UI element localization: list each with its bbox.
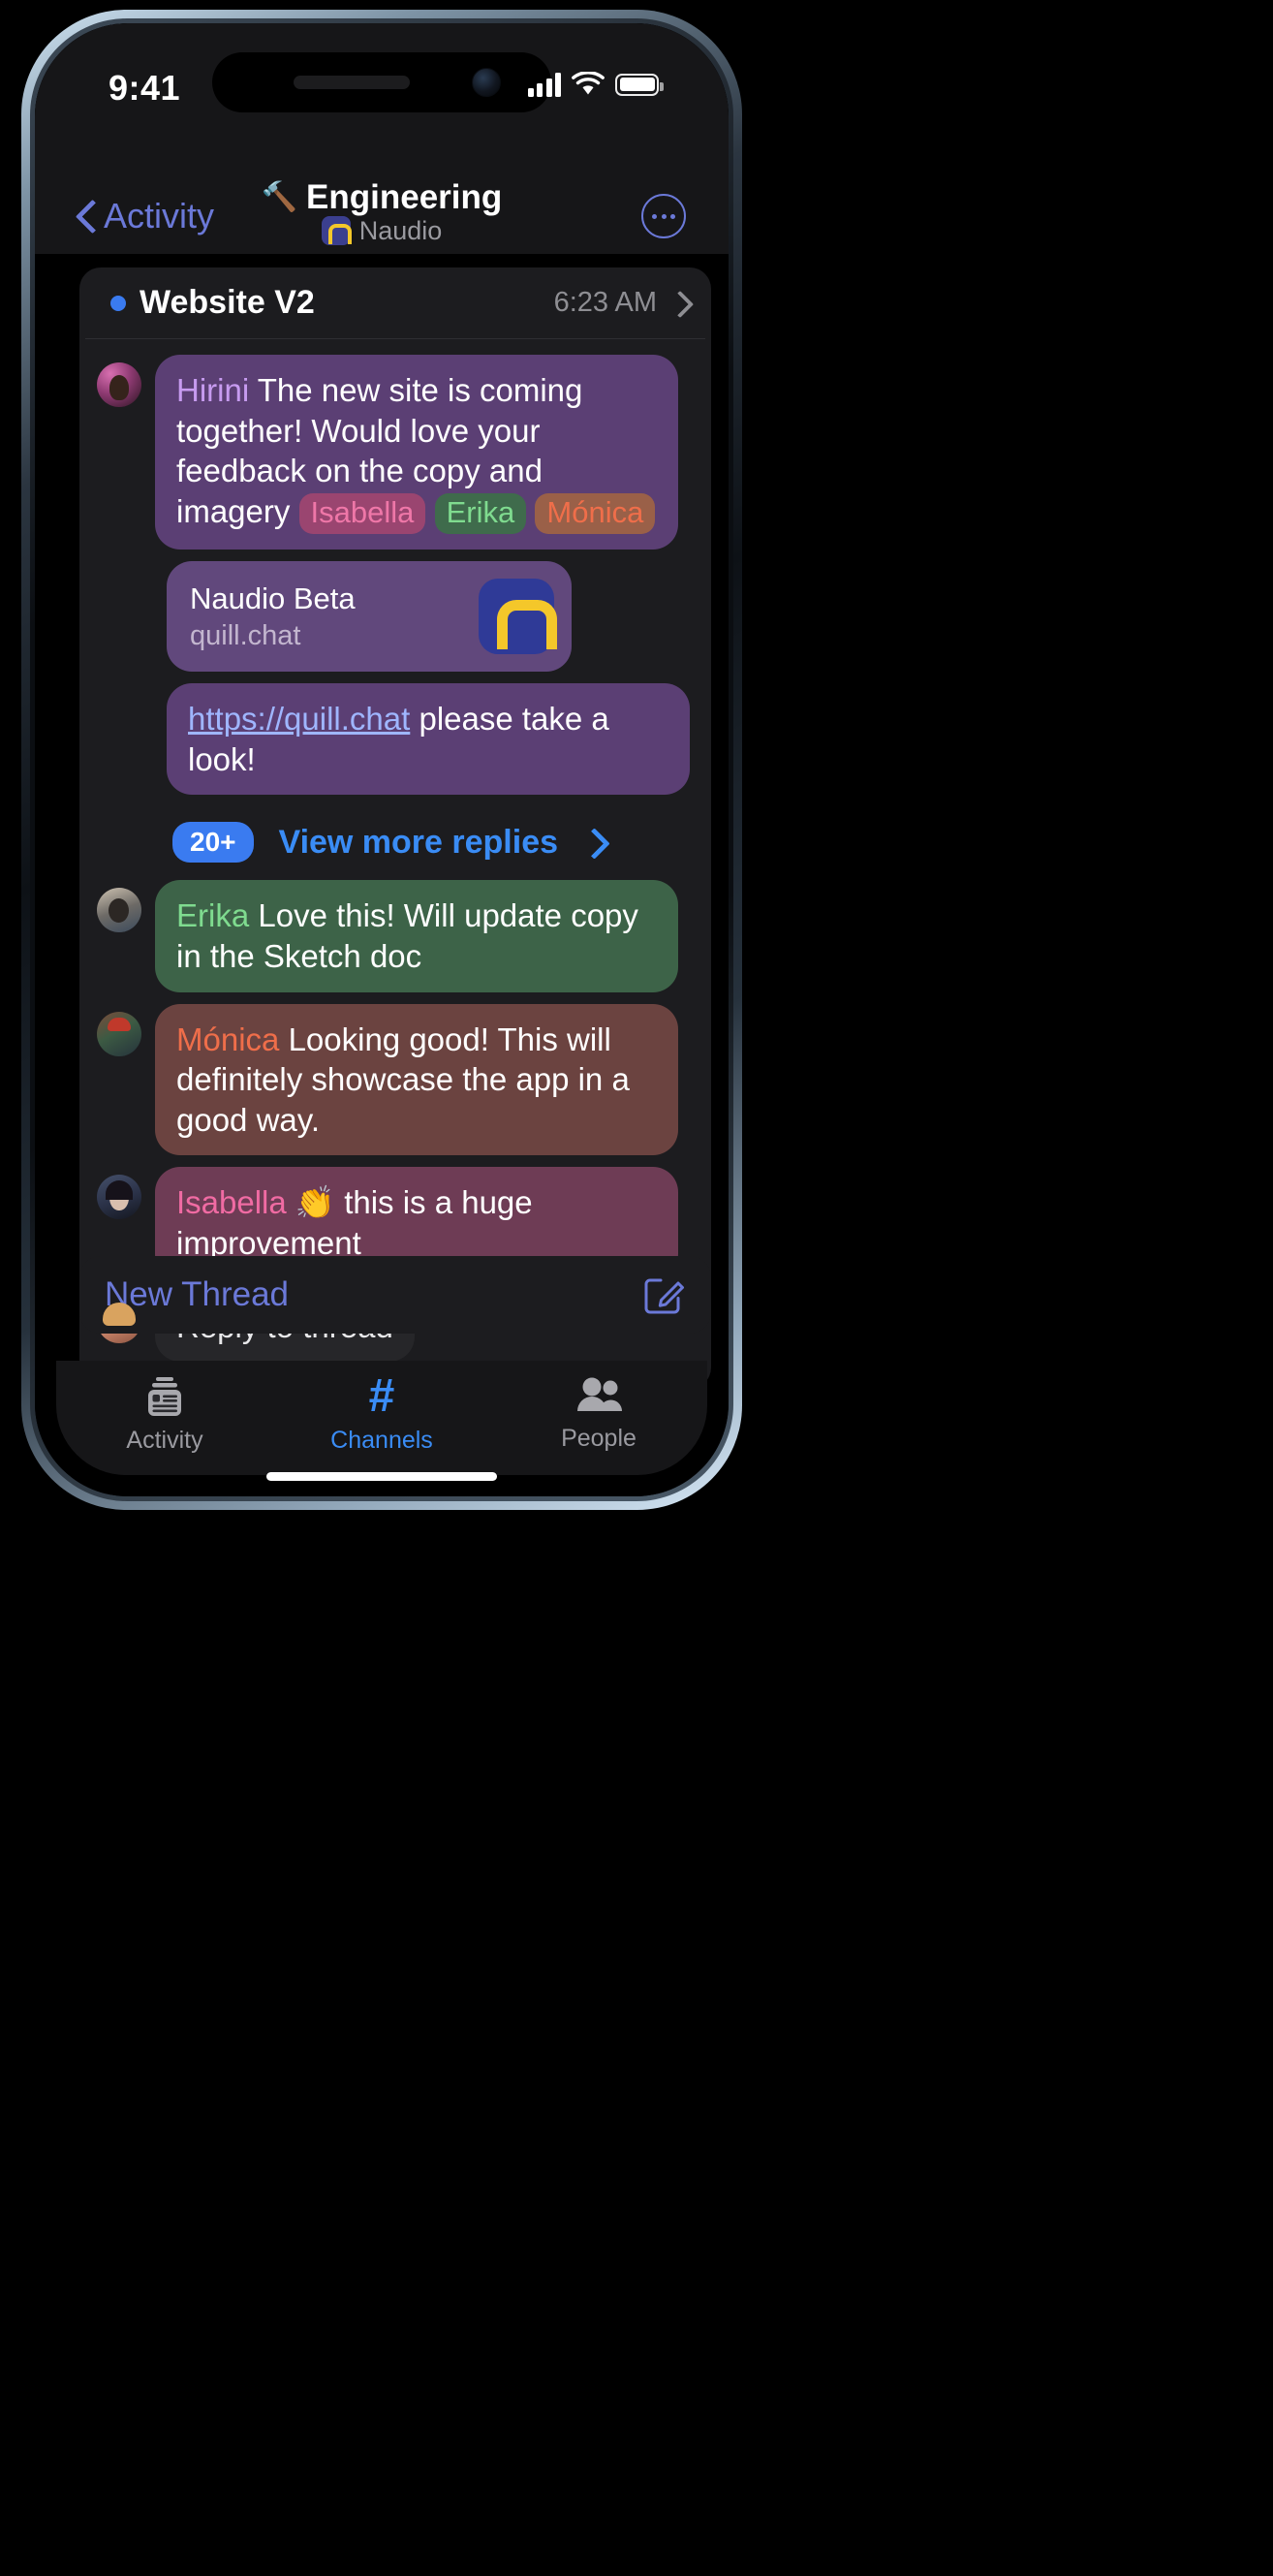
hammer-icon: 🔨 (261, 180, 298, 213)
unread-dot-icon (110, 295, 126, 311)
new-thread-bar[interactable]: New Thread (79, 1256, 711, 1334)
tab-channels[interactable]: # Channels (273, 1370, 490, 1455)
status-bar-clock: 9:41 (109, 68, 181, 108)
home-indicator[interactable] (266, 1472, 497, 1481)
tab-channels-label: Channels (330, 1427, 433, 1454)
app-screen: 9:41 Activity 🔨 Engineering Naudio Websi… (35, 23, 729, 1496)
chevron-right-icon (670, 292, 684, 315)
message-sender: Mónica (176, 1021, 280, 1057)
message-link[interactable]: https://quill.chat (188, 701, 410, 737)
mention-erika[interactable]: Erika (434, 492, 527, 535)
view-more-replies-row[interactable]: 20+ View more replies (97, 806, 694, 880)
nav-title-block[interactable]: 🔨 Engineering Naudio (35, 180, 729, 245)
battery-full-icon (615, 73, 664, 96)
workspace-name: Naudio (358, 215, 443, 245)
message-bubble[interactable]: Mónica Looking good! This will definitel… (155, 1003, 678, 1156)
message-row: Hirini The new site is coming together! … (97, 355, 694, 550)
message-bubble[interactable]: https://quill.chat please take a look! (167, 683, 690, 796)
people-icon (574, 1374, 624, 1417)
thread-card: Website V2 6:23 AM Hirini The new site i… (79, 267, 711, 1390)
chevron-right-icon (583, 830, 597, 855)
more-options-button[interactable] (641, 194, 686, 238)
message-list: Hirini The new site is coming together! … (79, 339, 711, 1363)
message-sender: Hirini (176, 372, 250, 408)
wifi-icon (572, 72, 605, 95)
status-bar-indicators (527, 68, 664, 101)
phone-frame: 9:41 Activity 🔨 Engineering Naudio Websi… (21, 10, 742, 1510)
tab-people-label: People (561, 1425, 636, 1452)
avatar[interactable] (97, 888, 141, 933)
tab-people[interactable]: People (490, 1374, 707, 1453)
link-preview-card[interactable]: Naudio Beta quill.chat (167, 561, 572, 673)
message-row: Erika Love this! Will update copy in the… (97, 880, 694, 992)
channel-title-row: 🔨 Engineering (262, 180, 503, 214)
notch (212, 52, 551, 112)
phone-screen: 9:41 Activity 🔨 Engineering Naudio Websi… (35, 23, 729, 1496)
earpiece-speaker (294, 76, 410, 89)
avatar[interactable] (97, 362, 141, 407)
thread-header[interactable]: Website V2 6:23 AM (85, 267, 705, 339)
mention-monica[interactable]: Mónica (535, 492, 656, 535)
compose-square-pencil-icon[interactable] (641, 1272, 686, 1317)
message-row: https://quill.chat please take a look! (97, 683, 694, 796)
navigation-bar: Activity 🔨 Engineering Naudio (35, 178, 729, 254)
message-bubble[interactable]: Erika Love this! Will update copy in the… (155, 880, 678, 992)
message-bubble[interactable]: Hirini The new site is coming together! … (155, 355, 678, 550)
clap-emoji-icon: 👏 (295, 1184, 336, 1221)
naudio-logo-icon (479, 579, 557, 655)
screenshot-stage: 9:41 Activity 🔨 Engineering Naudio Websi… (0, 0, 1273, 2576)
hash-icon: # (368, 1370, 395, 1422)
status-bar: 9:41 (35, 23, 729, 178)
tab-activity[interactable]: Activity (56, 1374, 273, 1455)
link-preview-text: Naudio Beta quill.chat (190, 581, 356, 652)
message-row: Mónica Looking good! This will definitel… (97, 1003, 694, 1156)
front-camera-icon (472, 68, 501, 97)
message-sender: Erika (176, 897, 250, 934)
reply-count-badge: 20+ (172, 822, 254, 864)
thread-title: Website V2 (140, 284, 315, 321)
activity-stack-icon (142, 1374, 187, 1419)
tab-bar: Activity # Channels People (56, 1361, 707, 1475)
thread-timestamp: 6:23 AM (553, 287, 657, 318)
avatar[interactable] (97, 1011, 141, 1056)
message-row: Naudio Beta quill.chat (97, 561, 694, 673)
tab-activity-label: Activity (126, 1427, 203, 1454)
link-preview-domain: quill.chat (190, 619, 301, 651)
cellular-signal-icon (527, 72, 561, 97)
mention-isabella[interactable]: Isabella (298, 492, 426, 535)
phone-band: 9:41 Activity 🔨 Engineering Naudio Websi… (30, 18, 733, 1501)
naudio-logo-icon (321, 216, 352, 245)
message-sender: Isabella (176, 1184, 287, 1221)
avatar[interactable] (97, 1175, 141, 1220)
workspace-row: Naudio (321, 215, 443, 245)
link-preview-title: Naudio Beta (190, 581, 356, 615)
page-title: Engineering (306, 178, 503, 216)
view-more-replies-label: View more replies (278, 823, 559, 861)
